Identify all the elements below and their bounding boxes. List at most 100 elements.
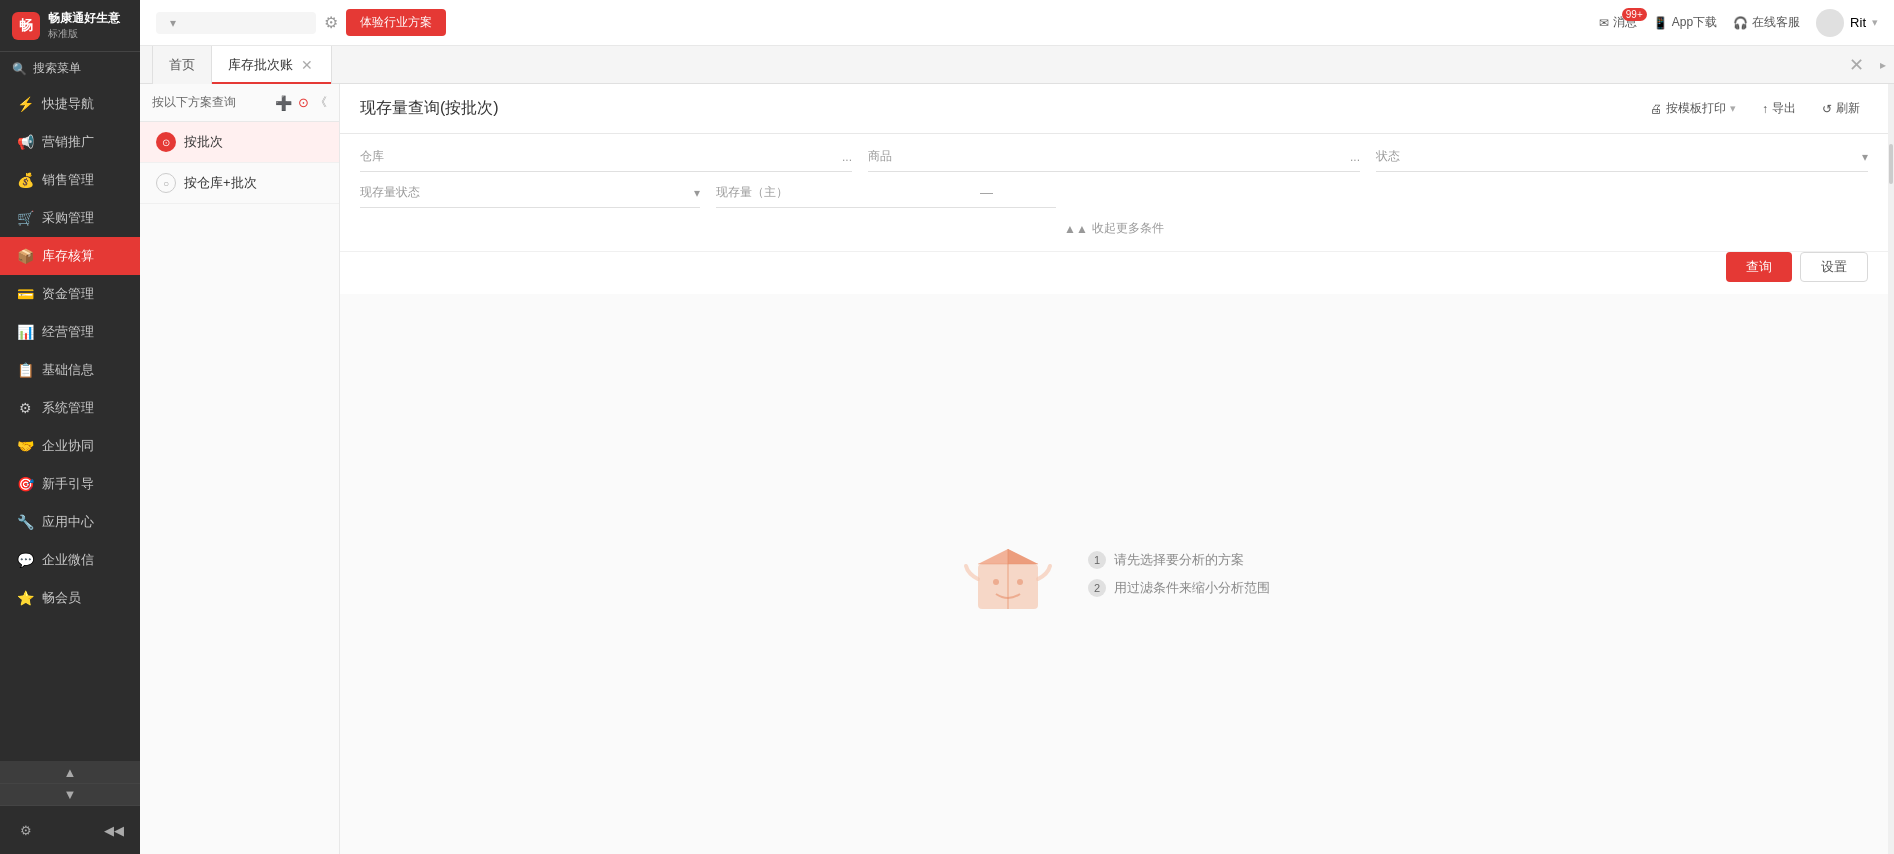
- member-icon: ⭐: [16, 589, 34, 607]
- warehouse-more-icon[interactable]: ...: [842, 150, 852, 164]
- sidebar-item-operation[interactable]: 📊 经营管理: [0, 313, 140, 351]
- nav-label: 销售管理: [42, 171, 94, 189]
- scheme-label: 按仓库+批次: [184, 174, 257, 192]
- nav-label: 库存核算: [42, 247, 94, 265]
- tab-panel-arrow-icon[interactable]: ▸: [1880, 58, 1886, 72]
- sidebar-search[interactable]: 🔍 搜索菜单: [0, 52, 140, 85]
- inventory-status-dropdown-icon[interactable]: ▾: [694, 186, 700, 200]
- app-logo: 畅: [12, 12, 40, 40]
- online-service-icon: 🎧: [1733, 16, 1748, 30]
- sidebar-item-finance[interactable]: 💳 资金管理: [0, 275, 140, 313]
- wechat-icon: 💬: [16, 551, 34, 569]
- panel-collapse-icon[interactable]: 《: [315, 94, 327, 111]
- svg-point-6: [1017, 579, 1023, 585]
- status-dropdown-icon[interactable]: ▾: [1862, 150, 1868, 164]
- inventory-main-label: 现存量（主）: [716, 184, 788, 201]
- sidebar-item-apps[interactable]: 🔧 应用中心: [0, 503, 140, 541]
- print-button[interactable]: 🖨 按模板打印 ▾: [1642, 96, 1744, 121]
- collapse-up-icon: ▲▲: [1064, 222, 1088, 236]
- inventory-main-from-input[interactable]: [804, 185, 972, 200]
- scheme-item-by-batch[interactable]: ⊙ 按批次: [140, 122, 339, 163]
- quick-nav-icon: ⚡: [16, 95, 34, 113]
- product-input[interactable]: [900, 149, 1346, 164]
- nav-label: 采购管理: [42, 209, 94, 227]
- user-dropdown-icon: ▾: [1872, 16, 1878, 29]
- user-menu[interactable]: Rit ▾: [1816, 9, 1878, 37]
- sidebar-brand: 畅康通好生意 标准版: [48, 10, 120, 41]
- sidebar-item-member[interactable]: ⭐ 畅会员: [0, 579, 140, 617]
- warehouse-filter: 仓库 ...: [360, 148, 852, 172]
- print-dropdown-icon[interactable]: ▾: [1730, 102, 1736, 115]
- sidebar-item-purchase[interactable]: 🛒 采购管理: [0, 199, 140, 237]
- tip-2-number: 2: [1088, 579, 1106, 597]
- apps-icon: 🔧: [16, 513, 34, 531]
- tab-home-label: 首页: [169, 56, 195, 74]
- trial-button[interactable]: 体验行业方案: [346, 9, 446, 36]
- newbie-icon: 🎯: [16, 475, 34, 493]
- tab-inventory-batch[interactable]: 库存批次账 ✕: [212, 46, 332, 84]
- sidebar-item-newbie[interactable]: 🎯 新手引导: [0, 465, 140, 503]
- sidebar-header: 畅 畅康通好生意 标准版: [0, 0, 140, 52]
- inventory-status-filter[interactable]: 现存量状态 ▾: [360, 184, 700, 208]
- nav-label: 畅会员: [42, 589, 81, 607]
- export-button[interactable]: ↑ 导出: [1754, 96, 1804, 121]
- scheme-label: 按批次: [184, 133, 223, 151]
- sidebar-scroll-down[interactable]: ▼: [0, 783, 140, 805]
- messages-badge: 99+: [1622, 8, 1647, 21]
- sidebar-item-system[interactable]: ⚙ 系统管理: [0, 389, 140, 427]
- sidebar-item-marketing[interactable]: 📢 营销推广: [0, 123, 140, 161]
- warehouse-input[interactable]: [392, 149, 838, 164]
- sidebar-item-collab[interactable]: 🤝 企业协同: [0, 427, 140, 465]
- nav-label: 企业微信: [42, 551, 94, 569]
- svg-point-5: [993, 579, 999, 585]
- sidebar-item-sales[interactable]: 💰 销售管理: [0, 161, 140, 199]
- nav-label: 企业协同: [42, 437, 94, 455]
- refresh-button[interactable]: ↺ 刷新: [1814, 96, 1868, 121]
- sidebar-item-basic[interactable]: 📋 基础信息: [0, 351, 140, 389]
- topbar-search-area[interactable]: ▾: [156, 12, 316, 34]
- query-button[interactable]: 查询: [1726, 252, 1792, 282]
- scheme-outline-icon: ○: [156, 173, 176, 193]
- sales-icon: 💰: [16, 171, 34, 189]
- status-filter[interactable]: 状态 ▾: [1376, 148, 1868, 172]
- topbar-left: ▾ ⚙ 体验行业方案: [156, 9, 1587, 36]
- scrollbar[interactable]: [1888, 84, 1894, 854]
- nav-label: 新手引导: [42, 475, 94, 493]
- sidebar-item-wechat[interactable]: 💬 企业微信: [0, 541, 140, 579]
- app-download-label: App下载: [1672, 14, 1717, 31]
- topbar-settings-icon[interactable]: ⚙: [324, 13, 338, 32]
- scheme-active-icon: ⊙: [156, 132, 176, 152]
- app-download-button[interactable]: 📱 App下载: [1653, 14, 1717, 31]
- messages-button[interactable]: ✉ 消息 99+: [1599, 14, 1637, 31]
- nav-label: 系统管理: [42, 399, 94, 417]
- sidebar-scroll-up[interactable]: ▲: [0, 761, 140, 783]
- sidebar-settings-button[interactable]: ⚙: [12, 816, 40, 844]
- tab-panel-close-button[interactable]: ✕: [1849, 54, 1864, 76]
- tab-home[interactable]: 首页: [152, 46, 212, 84]
- filter-row-2: 现存量状态 ▾ 现存量（主） —: [360, 184, 1868, 208]
- sidebar-item-inventory[interactable]: 📦 库存核算: [0, 237, 140, 275]
- add-scheme-button[interactable]: ➕: [275, 95, 292, 111]
- collapse-more-label: 收起更多条件: [1092, 220, 1164, 237]
- scheme-item-by-warehouse-batch[interactable]: ○ 按仓库+批次: [140, 163, 339, 204]
- nav-label: 资金管理: [42, 285, 94, 303]
- scheme-settings-button[interactable]: ⊙: [298, 95, 309, 110]
- sidebar-item-quick-nav[interactable]: ⚡ 快捷导航: [0, 85, 140, 123]
- range-dash: —: [980, 185, 993, 200]
- topbar-search-dropdown-icon[interactable]: ▾: [170, 16, 176, 30]
- online-service-button[interactable]: 🎧 在线客服: [1733, 14, 1800, 31]
- sidebar-search-label: 搜索菜单: [33, 60, 81, 77]
- product-more-icon[interactable]: ...: [1350, 150, 1360, 164]
- inventory-status-label: 现存量状态: [360, 184, 420, 201]
- inventory-main-to-input[interactable]: [1001, 185, 1169, 200]
- warehouse-label: 仓库: [360, 148, 384, 165]
- sidebar-footer: ⚙ ◀◀: [0, 805, 140, 854]
- topbar: ▾ ⚙ 体验行业方案 ✉ 消息 99+ 📱 App下载 🎧 在线客服 Rit: [140, 0, 1894, 46]
- nav-label: 经营管理: [42, 323, 94, 341]
- tab-close-icon[interactable]: ✕: [299, 58, 315, 72]
- sidebar-collapse-button[interactable]: ◀◀: [100, 816, 128, 844]
- collab-icon: 🤝: [16, 437, 34, 455]
- collapse-more-button[interactable]: ▲▲ 收起更多条件: [360, 220, 1868, 237]
- settings-button[interactable]: 设置: [1800, 252, 1868, 282]
- svg-marker-2: [1008, 549, 1038, 564]
